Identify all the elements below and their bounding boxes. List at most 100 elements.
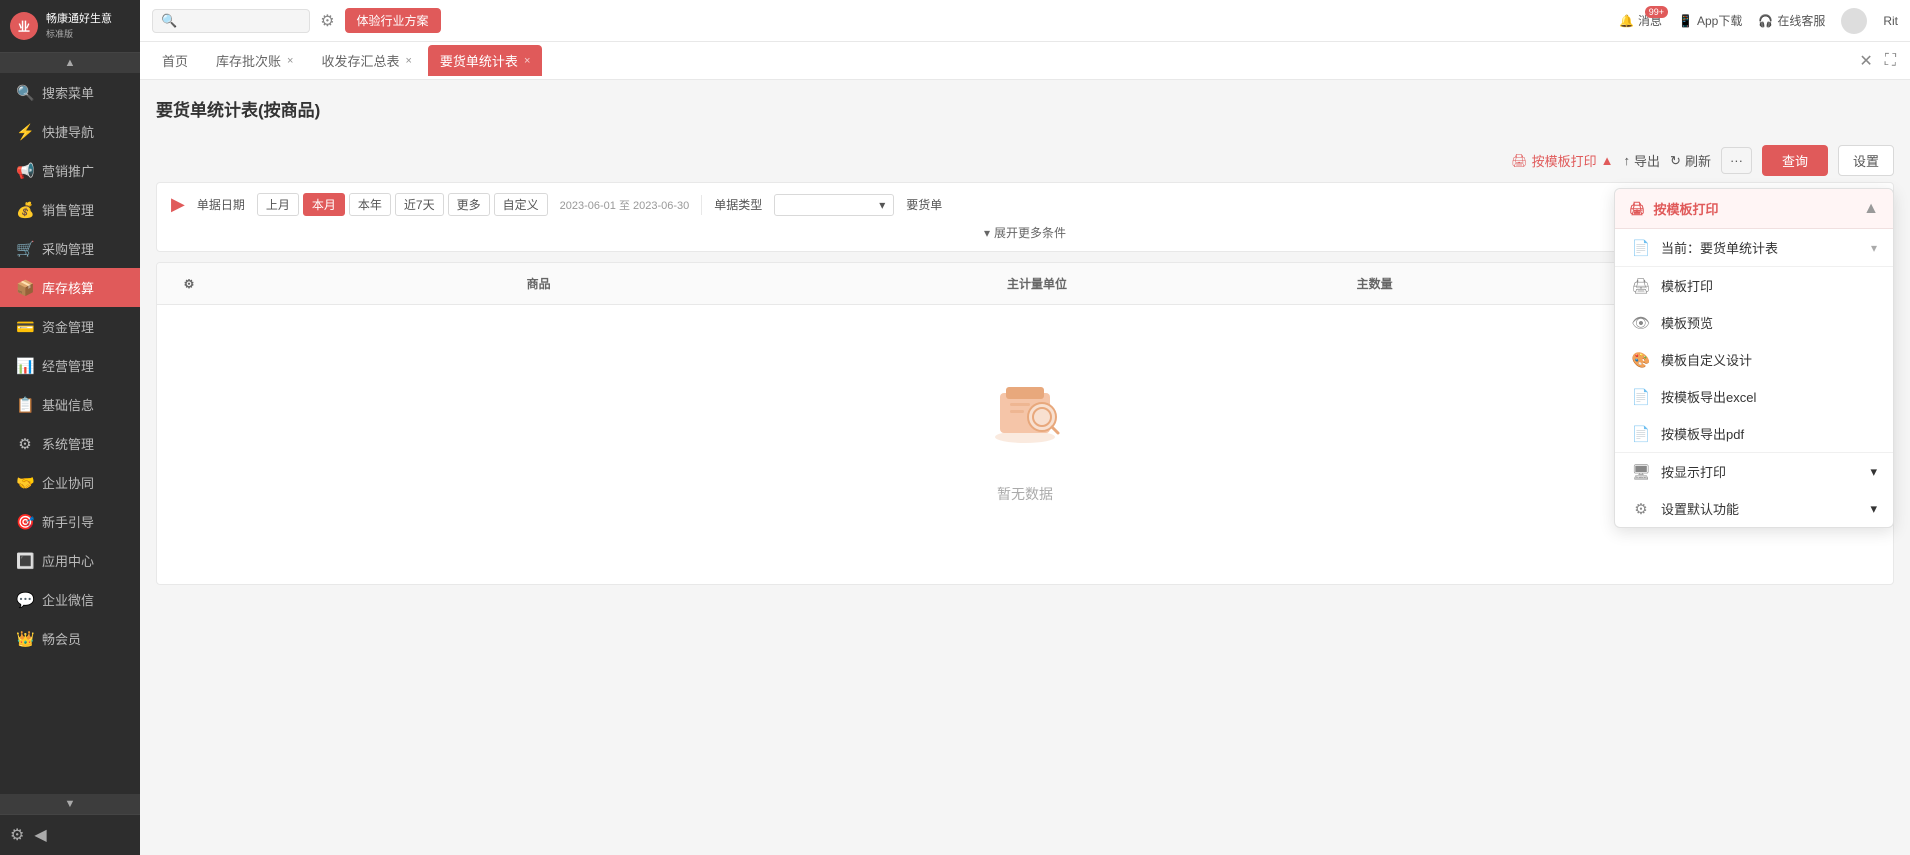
sidebar-item-purchase[interactable]: 🛒 采购管理	[0, 229, 140, 268]
tab-receipt-summary-close[interactable]: ×	[405, 55, 411, 67]
export-pdf-icon: 📄	[1631, 425, 1651, 443]
date-quick-btns: 上月 本月 本年 近7天 更多 自定义	[257, 193, 548, 216]
sidebar-item-label: 销售管理	[42, 200, 94, 219]
sidebar-item-label: 企业协同	[42, 473, 94, 492]
dropdown-current[interactable]: 📄 当前：要货单统计表 ▾	[1615, 229, 1893, 266]
date-btn-last-month[interactable]: 上月	[257, 193, 299, 216]
search-input[interactable]	[181, 14, 301, 28]
dropdown-set-default[interactable]: ⚙ 设置默认功能 ▾	[1615, 490, 1893, 527]
sidebar-item-finance[interactable]: 💳 资金管理	[0, 307, 140, 346]
search-box[interactable]: 🔍	[152, 9, 310, 33]
tab-order-stats-close[interactable]: ×	[524, 55, 530, 67]
maximize-window-icon[interactable]: ⛶	[1881, 50, 1900, 72]
sidebar-item-search[interactable]: 🔍 搜索菜单	[0, 73, 140, 112]
category-filter-label: 要货单	[906, 196, 942, 213]
set-default-arrow: ▾	[1870, 501, 1877, 517]
type-select[interactable]: ▾	[774, 194, 894, 216]
sidebar-item-inventory[interactable]: 📦 库存核算	[0, 268, 140, 307]
search-icon: 🔍	[16, 84, 34, 102]
dropdown-template-print[interactable]: 🖨 模板打印	[1615, 267, 1893, 304]
type-filter-label: 单据类型	[714, 196, 762, 213]
avatar[interactable]	[1841, 8, 1867, 34]
date-btn-this-year[interactable]: 本年	[349, 193, 391, 216]
collapse-icon[interactable]: ◀	[34, 825, 46, 845]
sidebar-item-quick-nav[interactable]: ⚡ 快捷导航	[0, 112, 140, 151]
query-btn[interactable]: 查询	[1762, 145, 1828, 176]
date-btn-custom[interactable]: 自定义	[494, 193, 548, 216]
empty-illustration	[980, 365, 1070, 474]
template-design-icon: 🎨	[1631, 351, 1651, 369]
sidebar-item-label: 经营管理	[42, 356, 94, 375]
sidebar-item-apps[interactable]: 🔳 应用中心	[0, 541, 140, 580]
dropdown-export-excel[interactable]: 📄 按模板导出excel	[1615, 378, 1893, 415]
sidebar-item-basic[interactable]: 📋 基础信息	[0, 385, 140, 424]
sidebar-item-label: 基础信息	[42, 395, 94, 414]
sidebar-item-sales[interactable]: 💰 销售管理	[0, 190, 140, 229]
sidebar-item-corp[interactable]: 🤝 企业协同	[0, 463, 140, 502]
dropdown-export-pdf[interactable]: 📄 按模板导出pdf	[1615, 415, 1893, 452]
current-arrow: ▾	[1871, 241, 1877, 255]
export-excel-label: 按模板导出excel	[1661, 387, 1877, 406]
action-bar: 🖨 按模板打印 ▲ ↑ 导出 ↻ 刷新 ··· 查询 设置	[156, 135, 1894, 182]
app-download-btn[interactable]: 📱 App下载	[1678, 12, 1742, 29]
online-service-btn[interactable]: 🎧 在线客服	[1758, 12, 1825, 29]
sidebar-item-member[interactable]: 👑 畅会员	[0, 619, 140, 658]
sidebar-scroll-down[interactable]: ▼	[0, 794, 140, 814]
sidebar-item-label: 资金管理	[42, 317, 94, 336]
filter-expand-icon[interactable]: ▶	[171, 194, 185, 215]
dropdown-template-design[interactable]: 🎨 模板自定义设计	[1615, 341, 1893, 378]
export-btn[interactable]: ↑ 导出	[1624, 151, 1661, 170]
dropdown-template-preview[interactable]: 👁 模板预览	[1615, 304, 1893, 341]
chat-icon: 💬	[16, 591, 34, 609]
date-btn-7days[interactable]: 近7天	[395, 193, 444, 216]
sidebar-logo: 业 畅康通好生意 标准版	[0, 0, 140, 53]
username[interactable]: Rit	[1883, 14, 1898, 28]
app-name: 畅康通好生意	[46, 12, 112, 27]
tab-inventory-batch-close[interactable]: ×	[287, 55, 293, 67]
current-icon: 📄	[1631, 239, 1651, 257]
trial-btn[interactable]: 体验行业方案	[345, 8, 441, 33]
more-btn[interactable]: ···	[1721, 147, 1752, 174]
export-excel-icon: 📄	[1631, 388, 1651, 406]
date-btn-more[interactable]: 更多	[448, 193, 490, 216]
tab-inventory-batch[interactable]: 库存批次账 ×	[204, 45, 305, 76]
printer-icon-dropdown: 🖨	[1629, 201, 1646, 217]
dropdown-display-print[interactable]: 🖥 按显示打印 ▾	[1615, 453, 1893, 490]
sidebar-item-system[interactable]: ⚙ 系统管理	[0, 424, 140, 463]
tab-order-stats[interactable]: 要货单统计表 ×	[428, 45, 542, 76]
tab-home-label: 首页	[162, 51, 188, 70]
tab-home[interactable]: 首页	[150, 45, 200, 76]
refresh-btn[interactable]: ↻ 刷新	[1670, 151, 1711, 170]
tab-receipt-summary[interactable]: 收发存汇总表 ×	[309, 45, 423, 76]
export-pdf-label: 按模板导出pdf	[1661, 424, 1877, 443]
sidebar-item-label: 采购管理	[42, 239, 94, 258]
tabs-right: ✕ ⛶	[1855, 49, 1900, 73]
sidebar-item-wechat[interactable]: 💬 企业微信	[0, 580, 140, 619]
print-btn[interactable]: 🖨 按模板打印 ▲	[1511, 151, 1613, 170]
filter-divider	[701, 195, 702, 215]
sidebar: 业 畅康通好生意 标准版 ▲ 🔍 搜索菜单 ⚡ 快捷导航 📢 营销推广 💰 销售…	[0, 0, 140, 855]
sidebar-item-marketing[interactable]: 📢 营销推广	[0, 151, 140, 190]
dropdown-close-btn[interactable]: ▲	[1863, 200, 1879, 218]
topbar-gear-icon[interactable]: ⚙	[320, 11, 334, 31]
clipboard-icon: 📋	[16, 396, 34, 414]
settings-bottom-icon[interactable]: ⚙	[10, 825, 24, 845]
target-icon: 🎯	[16, 513, 34, 531]
sidebar-item-operation[interactable]: 📊 经营管理	[0, 346, 140, 385]
notification-badge: 99+	[1645, 6, 1668, 18]
close-window-icon[interactable]: ✕	[1855, 49, 1876, 73]
app-download-label: App下载	[1697, 12, 1742, 29]
sidebar-item-guide[interactable]: 🎯 新手引导	[0, 502, 140, 541]
money-icon: 💰	[16, 201, 34, 219]
settings-btn[interactable]: 设置	[1838, 145, 1894, 176]
th-qty: 主数量	[1206, 271, 1544, 296]
gear-icon: ⚙	[16, 435, 34, 453]
sidebar-scroll-up[interactable]: ▲	[0, 53, 140, 73]
dropdown-title: 按模板打印	[1654, 199, 1719, 218]
export-btn-label: 导出	[1634, 151, 1660, 170]
date-btn-this-month[interactable]: 本月	[303, 193, 345, 216]
refresh-btn-label: 刷新	[1685, 151, 1711, 170]
empty-text: 暂无数据	[997, 484, 1053, 504]
sidebar-item-label: 快捷导航	[42, 122, 94, 141]
notification-btn[interactable]: 🔔 消息 99+	[1619, 12, 1662, 29]
